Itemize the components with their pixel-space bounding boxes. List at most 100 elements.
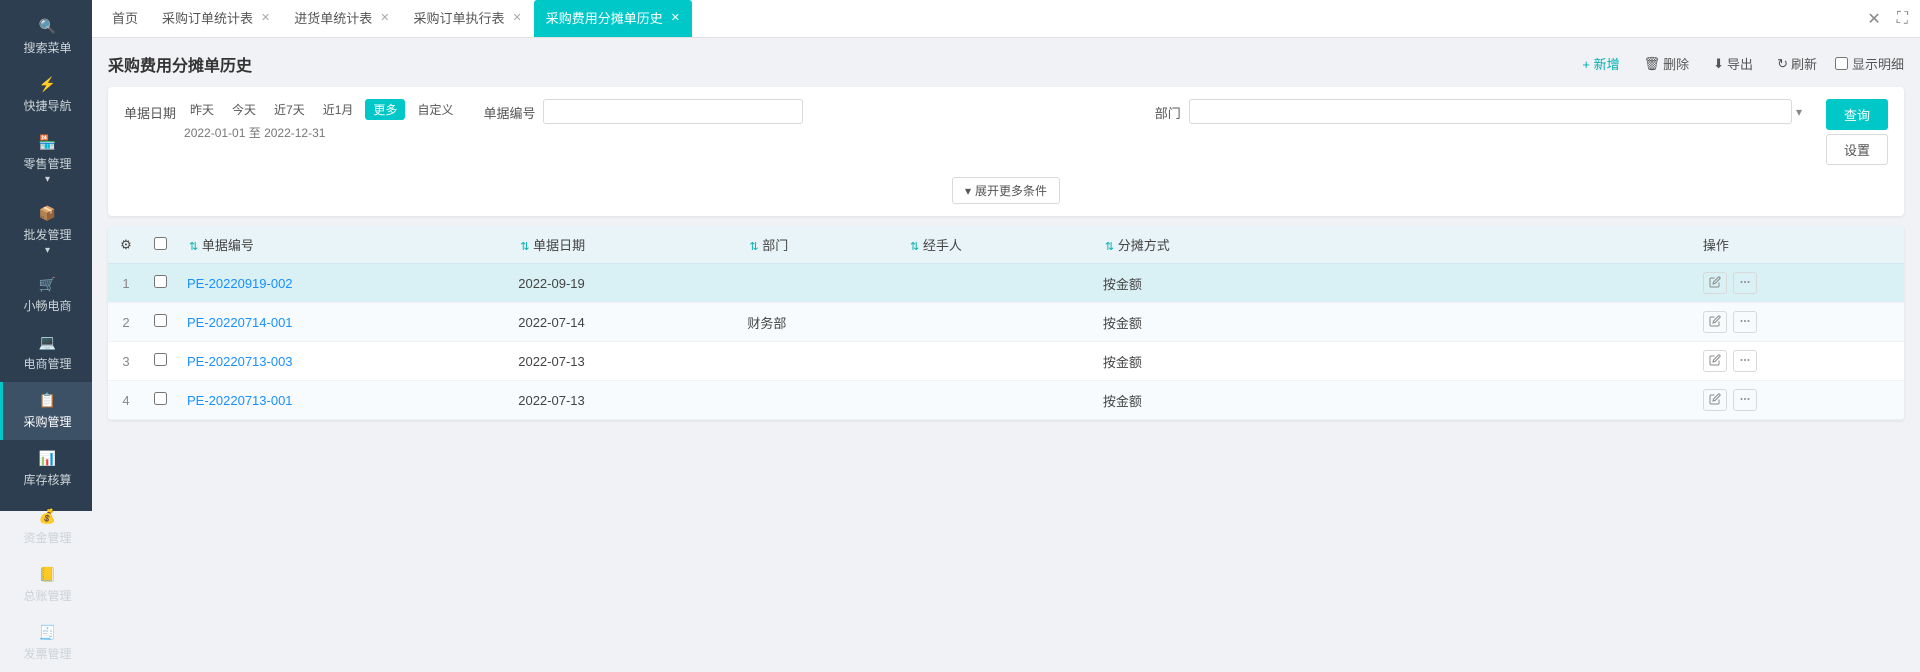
chart-icon: 📊 (39, 450, 56, 467)
row-checkbox-cell[interactable] (144, 264, 177, 303)
tab-home-label: 首页 (112, 8, 138, 27)
export-icon: ⬇ (1713, 56, 1724, 72)
order-no-input[interactable] (543, 99, 803, 124)
more-icon[interactable] (1733, 311, 1757, 333)
sidebar-item-label: 发票管理 (23, 645, 71, 662)
order-no-link[interactable]: PE-20220713-003 (187, 354, 293, 369)
row-date: 2022-07-14 (508, 303, 737, 342)
edit-icon[interactable] (1703, 272, 1727, 294)
sidebar-item-ledger[interactable]: 📒 总账管理 (0, 556, 92, 614)
dept-input[interactable] (1189, 99, 1792, 124)
row-split-method: 按金额 (1093, 381, 1693, 420)
sidebar-item-search[interactable]: 🔍 搜索菜单 (0, 8, 92, 66)
sidebar-item-purchase[interactable]: 📋 采购管理 (0, 382, 92, 440)
page-title: 采购费用分摊单历史 (108, 52, 252, 76)
col-dept[interactable]: ⇅ 部门 (737, 226, 898, 264)
expand-window-icon[interactable]: ⛶ (1893, 8, 1912, 30)
sidebar-item-wholesale[interactable]: 📦 批发管理 ▾ (0, 195, 92, 266)
filter-date-options: 昨天 今天 近7天 近1月 更多 自定义 2022-01-01 至 2022-1… (184, 99, 459, 141)
row-checkbox-cell[interactable] (144, 381, 177, 420)
sidebar-item-inventory[interactable]: 📊 库存核算 (0, 440, 92, 498)
row-checkbox-cell[interactable] (144, 303, 177, 342)
export-button[interactable]: ⬇ 导出 (1707, 50, 1759, 77)
row-checkbox[interactable] (154, 314, 167, 327)
row-checkbox[interactable] (154, 392, 167, 405)
order-no-link[interactable]: PE-20220919-002 (187, 276, 293, 291)
more-icon[interactable] (1733, 272, 1757, 294)
settings-icon[interactable]: ⚙ (120, 237, 132, 252)
main-area: 首页 采购订单统计表 ✕ 进货单统计表 ✕ 采购订单执行表 ✕ 采购费用分摊单历… (92, 0, 1920, 511)
delete-button[interactable]: 🗑 删除 (1638, 50, 1696, 77)
filter-dept-group: 部门 ▾ (1155, 99, 1802, 124)
tab-goods-stat-close[interactable]: ✕ (380, 11, 389, 24)
chevron-down-icon: ▾ (45, 174, 50, 185)
quick-1month[interactable]: 近1月 (317, 99, 360, 120)
refresh-button[interactable]: ↻ 刷新 (1771, 50, 1823, 77)
setting-button[interactable]: 设置 (1826, 134, 1888, 165)
sidebar-item-ecom-small[interactable]: 🛒 小畅电商 (0, 266, 92, 324)
quick-more[interactable]: 更多 (365, 99, 405, 120)
expand-more-label: 展开更多条件 (975, 182, 1047, 199)
sidebar-item-label: 库存核算 (23, 471, 71, 488)
close-window-icon[interactable]: ✕ (1863, 7, 1884, 31)
tab-home[interactable]: 首页 (100, 0, 150, 37)
col-split-method[interactable]: ⇅ 分摊方式 (1093, 226, 1693, 264)
tabs-right: ✕ ⛶ (1863, 7, 1912, 31)
edit-icon[interactable] (1703, 350, 1727, 372)
tab-goods-stat[interactable]: 进货单统计表 ✕ (282, 0, 401, 37)
show-detail-label: 显示明细 (1852, 54, 1904, 73)
quick-yesterday[interactable]: 昨天 (184, 99, 220, 120)
add-button[interactable]: + 新增 (1576, 50, 1625, 77)
row-checkbox[interactable] (154, 275, 167, 288)
sidebar-item-retail[interactable]: 🏪 零售管理 ▾ (0, 124, 92, 195)
sidebar-item-finance[interactable]: 💰 资金管理 (0, 498, 92, 556)
col-settings[interactable]: ⚙ (108, 226, 144, 264)
row-handler (898, 264, 1093, 303)
tab-purchase-hist[interactable]: 采购费用分摊单历史 ✕ (534, 0, 692, 37)
cart-icon: 🛒 (39, 276, 56, 293)
row-checkbox[interactable] (154, 353, 167, 366)
quick-7days[interactable]: 近7天 (268, 99, 311, 120)
sort-icon: ⇅ (520, 241, 529, 253)
date-range-display: 2022-01-01 至 2022-12-31 (184, 124, 459, 141)
row-checkbox-cell[interactable] (144, 342, 177, 381)
more-icon[interactable] (1733, 389, 1757, 411)
row-actions (1693, 381, 1904, 420)
tab-purchase-stat[interactable]: 采购订单统计表 ✕ (150, 0, 282, 37)
sidebar-item-quick-nav[interactable]: ⚡ 快捷导航 (0, 66, 92, 124)
tab-purchase-exec-close[interactable]: ✕ (513, 11, 522, 24)
expand-more-button[interactable]: ▾ 展开更多条件 (952, 177, 1060, 204)
page-header: 采购费用分摊单历史 + 新增 🗑 删除 ⬇ 导出 ↻ 刷新 显示明细 (108, 50, 1904, 77)
col-order-no[interactable]: ⇅ 单据编号 (177, 226, 508, 264)
order-no-link[interactable]: PE-20220714-001 (187, 315, 293, 330)
order-no-link[interactable]: PE-20220713-001 (187, 393, 293, 408)
tab-purchase-stat-close[interactable]: ✕ (261, 11, 270, 24)
row-number: 1 (108, 264, 144, 303)
col-handler[interactable]: ⇅ 经手人 (898, 226, 1093, 264)
col-date[interactable]: ⇅ 单据日期 (508, 226, 737, 264)
row-date: 2022-07-13 (508, 342, 737, 381)
tab-purchase-exec[interactable]: 采购订单执行表 ✕ (401, 0, 533, 37)
show-detail-input[interactable] (1835, 57, 1848, 70)
sidebar-item-invoice[interactable]: 🧾 发票管理 (0, 614, 92, 672)
quick-today[interactable]: 今天 (226, 99, 262, 120)
row-handler (898, 342, 1093, 381)
row-number: 4 (108, 381, 144, 420)
select-all-checkbox[interactable] (154, 237, 167, 250)
refresh-icon: ↻ (1777, 56, 1788, 72)
more-icon[interactable] (1733, 350, 1757, 372)
sidebar-item-label: 小畅电商 (23, 297, 71, 314)
data-table: ⚙ ⇅ 单据编号 ⇅ 单据日期 (108, 226, 1904, 420)
show-detail-checkbox[interactable]: 显示明细 (1835, 54, 1904, 73)
table-row: 1 PE-20220919-002 2022-09-19 按金额 (108, 264, 1904, 303)
sidebar-item-label: 电商管理 (23, 355, 71, 372)
edit-icon[interactable] (1703, 389, 1727, 411)
row-order-no: PE-20220713-001 (177, 381, 508, 420)
sort-icon: ⇅ (1105, 241, 1114, 253)
edit-icon[interactable] (1703, 311, 1727, 333)
quick-custom[interactable]: 自定义 (411, 99, 459, 120)
dept-dropdown-icon[interactable]: ▾ (1796, 105, 1802, 119)
search-button[interactable]: 查询 (1826, 99, 1888, 130)
sidebar-item-ecom[interactable]: 💻 电商管理 (0, 324, 92, 382)
tab-purchase-hist-close[interactable]: ✕ (671, 11, 680, 24)
